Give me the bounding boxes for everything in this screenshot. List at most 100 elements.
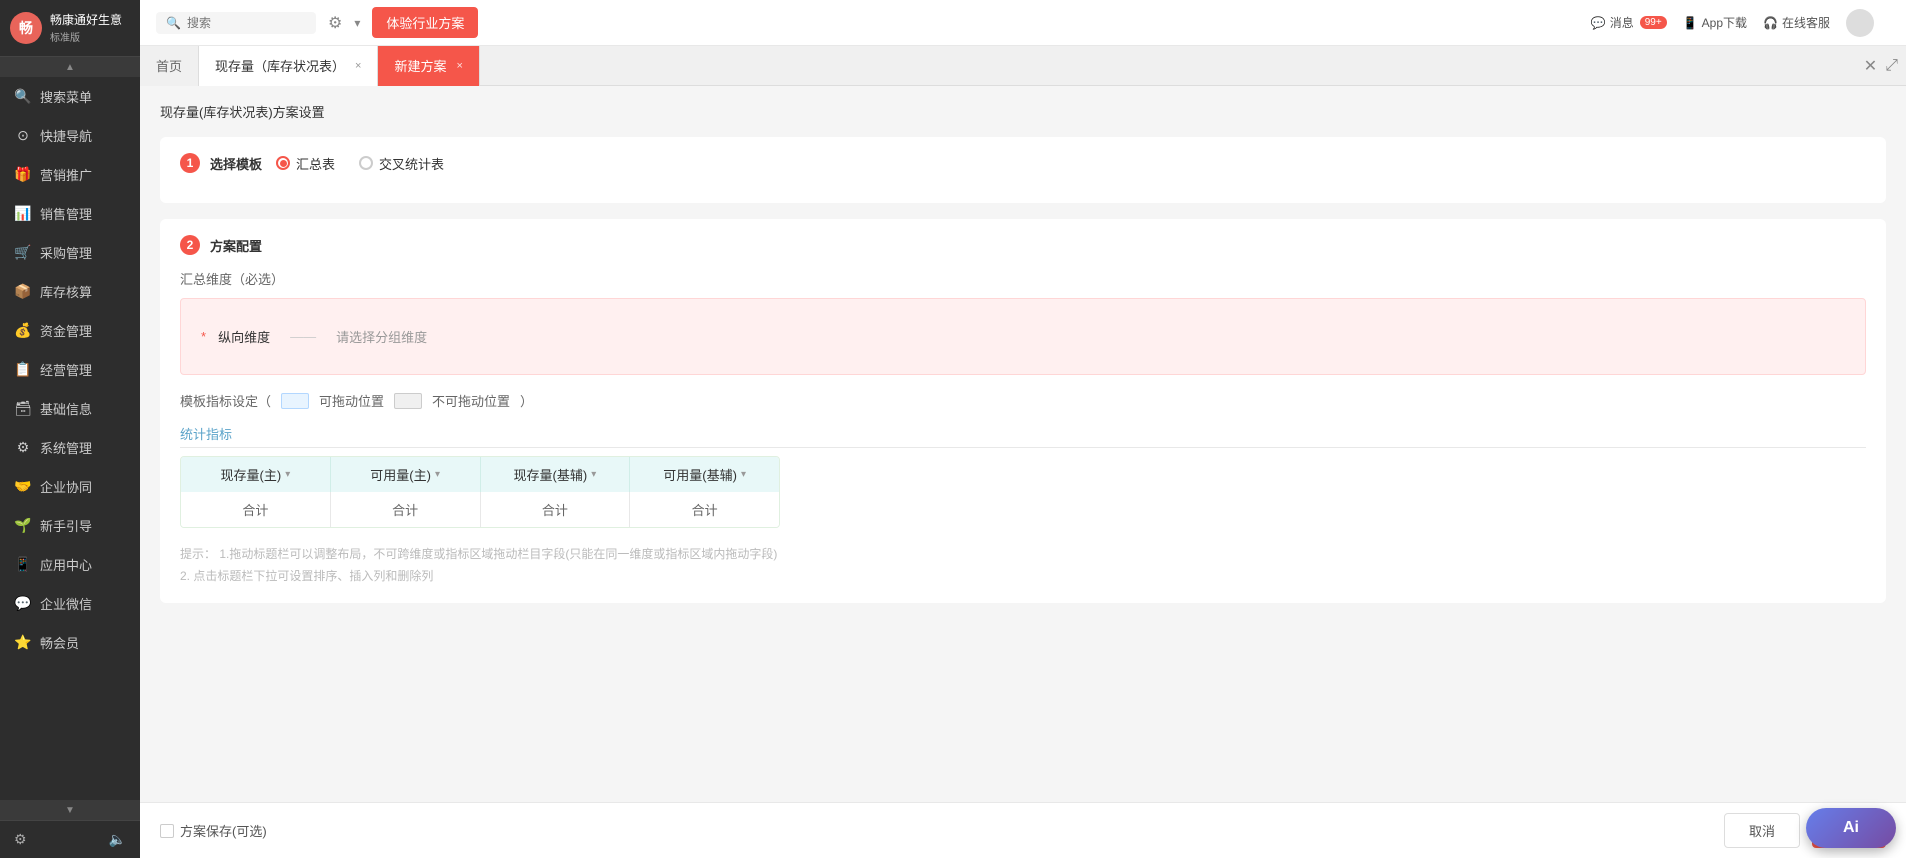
online-service-group[interactable]: 🎧 在线客服 xyxy=(1763,14,1830,31)
messages-label: 消息 xyxy=(1610,14,1634,31)
tab-new-scheme-close-icon[interactable]: × xyxy=(456,60,462,72)
sidebar-item-label: 系统管理 xyxy=(40,438,92,457)
stats-cell-0-1: 合计 xyxy=(331,492,481,527)
stats-section-label: 统计指标 xyxy=(180,424,1866,448)
settings-icon[interactable]: ⚙ xyxy=(328,13,342,33)
stats-cell-0-2: 合计 xyxy=(481,492,631,527)
template-indicator-prefix: 模板指标设定（ xyxy=(180,391,271,410)
tab-new-scheme[interactable]: 新建方案 × xyxy=(378,46,479,86)
search-nav-icon: 🔍 xyxy=(14,88,32,106)
radio-cross[interactable]: 交叉统计表 xyxy=(359,154,444,173)
sidebar-item-label: 基础信息 xyxy=(40,399,92,418)
sidebar-item-marketing[interactable]: 🎁 营销推广 xyxy=(0,155,140,194)
sidebar-item-operation[interactable]: 📋 经营管理 xyxy=(0,350,140,389)
stats-col-3-label: 可用量(基辅) xyxy=(663,465,737,484)
sidebar-item-coop[interactable]: 🤝 企业协同 xyxy=(0,467,140,506)
stats-col-2-label: 现存量(基辅) xyxy=(514,465,588,484)
save-checkbox[interactable] xyxy=(160,824,174,838)
expand-icon[interactable]: ⤢ xyxy=(1885,57,1898,75)
topbar-right: 💬 消息 99+ 📱 App下载 🎧 在线客服 xyxy=(1591,9,1890,37)
tab-home-label: 首页 xyxy=(156,56,182,75)
logo-title: 畅康通好生意 xyxy=(50,12,122,29)
sidebar: 畅 畅康通好生意 标准版 ▲ 🔍 搜索菜单 ⊙ 快捷导航 🎁 营销推广 📊 销售… xyxy=(0,0,140,858)
radio-summary[interactable]: 汇总表 xyxy=(276,154,335,173)
sidebar-item-system[interactable]: ⚙ 系统管理 xyxy=(0,428,140,467)
close-window-icon[interactable]: ✕ xyxy=(1864,56,1877,76)
user-avatar[interactable] xyxy=(1846,9,1874,37)
sidebar-item-label: 企业微信 xyxy=(40,594,92,613)
col-1-dropdown-icon: ▾ xyxy=(435,469,440,480)
fixed-label: 不可拖动位置 xyxy=(432,391,510,410)
tab-new-scheme-label: 新建方案 xyxy=(394,56,446,75)
gear-icon: ⚙ xyxy=(14,439,32,457)
sidebar-item-label: 经营管理 xyxy=(40,360,92,379)
fixed-indicator-box xyxy=(394,393,422,409)
sidebar-scroll-down[interactable]: ▼ xyxy=(0,800,140,820)
box-icon: 📦 xyxy=(14,283,32,301)
stats-col-1[interactable]: 可用量(主) ▾ xyxy=(331,457,481,492)
sidebar-scroll-up[interactable]: ▲ xyxy=(0,57,140,77)
sidebar-item-label: 畅会员 xyxy=(40,633,79,652)
stats-col-2[interactable]: 现存量(基辅) ▾ xyxy=(481,457,631,492)
search-bar[interactable]: 🔍 xyxy=(156,12,316,34)
summary-dim-label: 汇总维度（必选） xyxy=(180,269,1866,288)
radio-summary-label: 汇总表 xyxy=(296,154,335,173)
settings-bottom-icon[interactable]: ⚙ xyxy=(14,831,27,848)
industry-btn[interactable]: 体验行业方案 xyxy=(372,7,478,38)
tab-inventory-close-icon[interactable]: × xyxy=(355,60,361,72)
search-icon: 🔍 xyxy=(166,16,181,30)
save-option[interactable]: 方案保存(可选) xyxy=(160,821,267,840)
section2-title: 方案配置 xyxy=(210,236,262,255)
sidebar-item-wechat[interactable]: 💬 企业微信 xyxy=(0,584,140,623)
section-scheme-config: 2 方案配置 汇总维度（必选） * 纵向维度 —— 请选择分组维度 模板指标设定… xyxy=(160,219,1886,603)
dropdown-icon[interactable]: ▾ xyxy=(354,16,360,30)
search-input[interactable] xyxy=(187,16,297,30)
tab-inventory-status[interactable]: 现存量（库存状况表） × xyxy=(199,46,378,86)
sidebar-item-label: 销售管理 xyxy=(40,204,92,223)
sidebar-item-apps[interactable]: 📱 应用中心 xyxy=(0,545,140,584)
stats-header-row: 现存量(主) ▾ 可用量(主) ▾ 现存量(基辅) ▾ 可用量(基辅) ▾ xyxy=(181,457,779,492)
bottom-bar: 方案保存(可选) 取消 查询 xyxy=(140,802,1906,858)
sidebar-item-label: 采购管理 xyxy=(40,243,92,262)
message-icon: 💬 xyxy=(1591,16,1606,30)
app-download-group[interactable]: 📱 App下载 xyxy=(1683,14,1747,31)
gift-icon: 🎁 xyxy=(14,166,32,184)
tips-section: 提示： 1.拖动标题栏可以调整布局，不可跨维度或指标区域拖动栏目字段(只能在同一… xyxy=(180,544,1866,587)
section1-title: 选择模板 xyxy=(210,154,262,173)
sidebar-item-basic[interactable]: 🗃 基础信息 xyxy=(0,389,140,428)
sidebar-item-nav[interactable]: ⊙ 快捷导航 xyxy=(0,116,140,155)
tab-home[interactable]: 首页 xyxy=(140,46,199,86)
sidebar-item-label: 新手引导 xyxy=(40,516,92,535)
sidebar-item-search[interactable]: 🔍 搜索菜单 xyxy=(0,77,140,116)
cancel-button[interactable]: 取消 xyxy=(1724,813,1800,848)
stats-col-3[interactable]: 可用量(基辅) ▾ xyxy=(630,457,779,492)
dim-placeholder: 请选择分组维度 xyxy=(336,327,427,346)
sidebar-item-inventory[interactable]: 📦 库存核算 xyxy=(0,272,140,311)
tip-2: 2. 点击标题栏下拉可设置排序、插入列和删除列 xyxy=(180,566,1866,588)
draggable-label: 可拖动位置 xyxy=(319,391,384,410)
section-select-template: 1 选择模板 汇总表 交叉统计表 xyxy=(160,137,1886,203)
phone-icon: 📱 xyxy=(1683,16,1698,30)
nav-icon: ⊙ xyxy=(14,127,32,145)
step1-badge: 1 xyxy=(180,153,200,173)
page-title: 现存量(库存状况表)方案设置 xyxy=(160,102,1886,121)
sidebar-item-purchase[interactable]: 🛒 采购管理 xyxy=(0,233,140,272)
dimension-area[interactable]: * 纵向维度 —— 请选择分组维度 xyxy=(180,298,1866,375)
chat-icon: 💬 xyxy=(14,595,32,613)
stats-data-row-0: 合计 合计 合计 合计 xyxy=(181,492,779,527)
sidebar-item-vip[interactable]: ⭐ 畅会员 xyxy=(0,623,140,662)
stats-col-0-label: 现存量(主) xyxy=(221,465,282,484)
sidebar-item-sales[interactable]: 📊 销售管理 xyxy=(0,194,140,233)
ai-float-button[interactable]: Ai xyxy=(1806,808,1896,848)
radio-summary-circle xyxy=(276,156,290,170)
headset-icon: 🎧 xyxy=(1763,16,1778,30)
sidebar-item-finance[interactable]: 💰 资金管理 xyxy=(0,311,140,350)
speaker-icon[interactable]: 🔈 xyxy=(109,831,126,848)
sidebar-item-label: 资金管理 xyxy=(40,321,92,340)
logo-icon: 畅 xyxy=(10,12,42,44)
sidebar-item-label: 快捷导航 xyxy=(40,126,92,145)
logo-sub: 标准版 xyxy=(50,29,122,44)
sidebar-item-guide[interactable]: 🌱 新手引导 xyxy=(0,506,140,545)
messages-group[interactable]: 💬 消息 99+ xyxy=(1591,14,1667,31)
stats-col-0[interactable]: 现存量(主) ▾ xyxy=(181,457,331,492)
